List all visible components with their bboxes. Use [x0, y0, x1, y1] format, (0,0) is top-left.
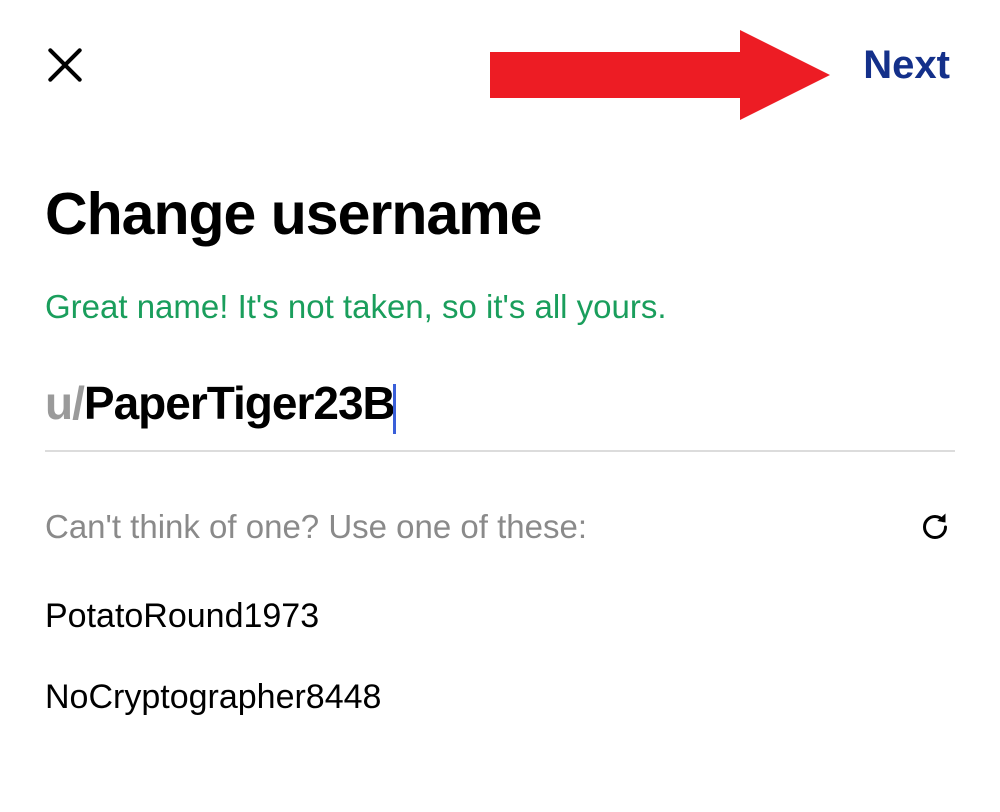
username-status-message: Great name! It's not taken, so it's all … — [45, 288, 955, 326]
refresh-suggestions-button[interactable] — [915, 507, 955, 547]
suggestions-header: Can't think of one? Use one of these: — [45, 507, 955, 547]
text-cursor — [393, 384, 396, 434]
close-button[interactable] — [40, 40, 90, 90]
username-prefix: u/ — [45, 376, 84, 430]
username-suggestion[interactable]: PotatoRound1973 — [45, 597, 955, 636]
main-content: Change username Great name! It's not tak… — [0, 110, 1000, 717]
username-field-row[interactable]: u/ PaperTiger23B — [45, 376, 955, 452]
header: Next — [0, 0, 1000, 110]
close-icon — [43, 43, 87, 87]
suggestions-label: Can't think of one? Use one of these: — [45, 508, 587, 546]
refresh-icon — [917, 509, 953, 545]
page-title: Change username — [45, 180, 955, 248]
username-suggestion[interactable]: NoCryptographer8448 — [45, 678, 955, 717]
username-input[interactable]: PaperTiger23B — [84, 376, 955, 432]
next-button[interactable]: Next — [863, 43, 960, 88]
